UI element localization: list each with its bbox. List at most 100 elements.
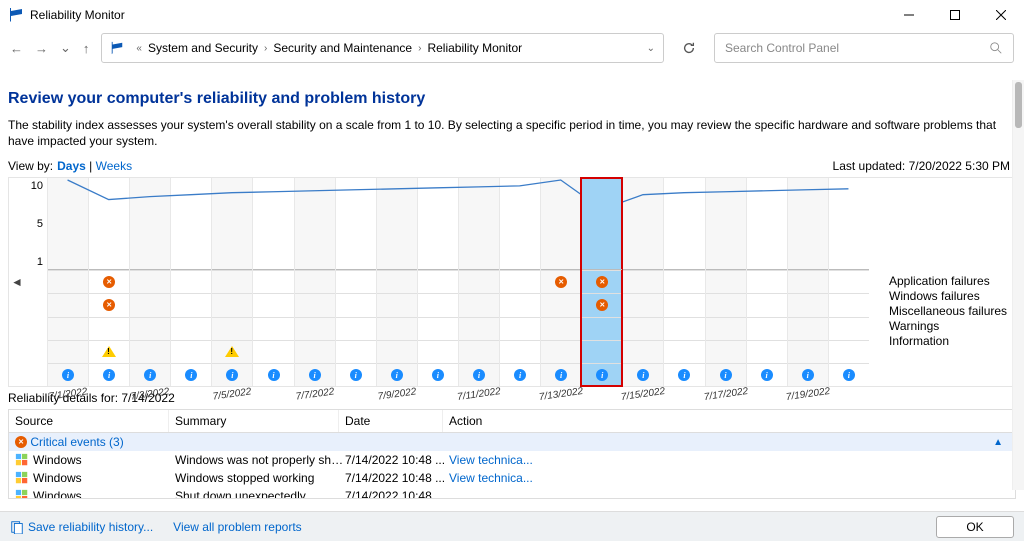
windows-icon: [15, 471, 29, 485]
flag-icon: [110, 41, 124, 55]
refresh-button[interactable]: [674, 33, 704, 63]
ok-button[interactable]: OK: [936, 516, 1014, 538]
view-details-link[interactable]: View technica...: [449, 471, 533, 485]
flag-icon: [8, 7, 24, 23]
title-bar: Reliability Monitor: [0, 0, 1024, 30]
forward-button[interactable]: →: [35, 41, 48, 56]
chart-column[interactable]: 7/17/2022: [705, 178, 746, 386]
chart-column[interactable]: 7/1/2022: [47, 178, 88, 386]
info-icon: [103, 369, 115, 381]
chart-column[interactable]: 7/15/2022: [622, 178, 663, 386]
table-row[interactable]: WindowsWindows was not properly shut...7…: [9, 451, 1015, 469]
chart-column[interactable]: [581, 178, 622, 386]
warn-icon: [225, 346, 239, 357]
windows-icon: [15, 489, 29, 499]
breadcrumb-item[interactable]: Security and Maintenance: [273, 41, 412, 55]
info-icon: [761, 369, 773, 381]
info-icon: [843, 369, 855, 381]
col-date[interactable]: Date: [339, 410, 443, 432]
info-icon: [720, 369, 732, 381]
group-row[interactable]: Critical events (3) ▲: [9, 433, 1015, 451]
chart-column[interactable]: [828, 178, 869, 386]
chart-column[interactable]: 7/7/2022: [294, 178, 335, 386]
y-axis: 10 5 1: [25, 178, 47, 270]
info-icon: [268, 369, 280, 381]
info-icon: [802, 369, 814, 381]
chart-column[interactable]: [170, 178, 211, 386]
chevron-down-icon[interactable]: ⌄: [647, 43, 655, 54]
info-icon: [226, 369, 238, 381]
err-icon: [555, 276, 567, 288]
info-icon: [555, 369, 567, 381]
scrollbar[interactable]: [1012, 80, 1024, 490]
view-by-label: View by:: [8, 159, 53, 173]
details-grid: Source Summary Date Action Critical even…: [8, 409, 1016, 499]
chart-column[interactable]: 7/3/2022: [129, 178, 170, 386]
chart-column[interactable]: [88, 178, 129, 386]
chart-column[interactable]: 7/9/2022: [376, 178, 417, 386]
window-title: Reliability Monitor: [30, 8, 125, 22]
chart-column[interactable]: [335, 178, 376, 386]
last-updated-label: Last updated: 7/20/2022 5:30 PM: [833, 159, 1010, 173]
view-details-link[interactable]: View technica...: [449, 453, 533, 467]
info-icon: [144, 369, 156, 381]
info-icon: [678, 369, 690, 381]
col-summary[interactable]: Summary: [169, 410, 339, 432]
stability-chart: ◄ 10 5 1 7/1/2022 7/3/2022 7/5/2022 7/7/202…: [8, 177, 1016, 387]
page-description: The stability index assesses your system…: [8, 118, 1016, 149]
chart-column[interactable]: 7/19/2022: [787, 178, 828, 386]
info-icon: [596, 369, 608, 381]
recent-dropdown[interactable]: ⌄: [60, 40, 71, 56]
close-button[interactable]: [978, 0, 1024, 30]
view-days-link[interactable]: Days: [57, 159, 86, 173]
chart-column[interactable]: [252, 178, 293, 386]
chart-column[interactable]: 7/13/2022: [540, 178, 581, 386]
save-history-link[interactable]: Save reliability history...: [28, 520, 153, 534]
save-icon: [10, 520, 24, 534]
nav-row: ← → ⌄ ↑ « System and Security › Security…: [0, 30, 1024, 66]
chart-column[interactable]: [746, 178, 787, 386]
page-title: Review your computer's reliability and p…: [8, 90, 1016, 108]
info-icon: [350, 369, 362, 381]
table-row[interactable]: WindowsShut down unexpectedly7/14/2022 1…: [9, 487, 1015, 499]
col-action[interactable]: Action: [443, 410, 1015, 432]
info-icon: [62, 369, 74, 381]
view-all-reports-link[interactable]: View all problem reports: [173, 520, 302, 534]
info-icon: [391, 369, 403, 381]
minimize-button[interactable]: [886, 0, 932, 30]
chart-prev-button[interactable]: ◄: [9, 178, 25, 386]
chart-column[interactable]: [499, 178, 540, 386]
up-button[interactable]: ↑: [83, 41, 90, 56]
row-labels: Application failures Windows failures Mi…: [885, 178, 1015, 386]
info-icon: [432, 369, 444, 381]
search-placeholder: Search Control Panel: [725, 41, 839, 55]
info-icon: [185, 369, 197, 381]
chart-column[interactable]: 7/5/2022: [211, 178, 252, 386]
warn-icon: [102, 346, 116, 357]
info-icon: [514, 369, 526, 381]
maximize-button[interactable]: [932, 0, 978, 30]
footer: Save reliability history... View all pro…: [0, 511, 1024, 541]
chevron-up-icon[interactable]: ▲: [993, 437, 1003, 448]
chart-column[interactable]: [417, 178, 458, 386]
breadcrumb-item[interactable]: System and Security: [148, 41, 258, 55]
chart-column[interactable]: 7/11/2022: [458, 178, 499, 386]
table-row[interactable]: WindowsWindows stopped working7/14/2022 …: [9, 469, 1015, 487]
windows-icon: [15, 453, 29, 467]
err-icon: [596, 299, 608, 311]
search-input[interactable]: Search Control Panel: [714, 33, 1014, 63]
chart-column[interactable]: [663, 178, 704, 386]
error-icon: [15, 436, 27, 448]
err-icon: [103, 276, 115, 288]
info-icon: [473, 369, 485, 381]
address-bar[interactable]: « System and Security › Security and Mai…: [101, 33, 664, 63]
info-icon: [637, 369, 649, 381]
err-icon: [103, 299, 115, 311]
err-icon: [596, 276, 608, 288]
info-icon: [309, 369, 321, 381]
back-button[interactable]: ←: [10, 41, 23, 56]
view-weeks-link[interactable]: Weeks: [96, 159, 132, 173]
col-source[interactable]: Source: [9, 410, 169, 432]
search-icon: [989, 41, 1003, 55]
breadcrumb-item[interactable]: Reliability Monitor: [427, 41, 522, 55]
